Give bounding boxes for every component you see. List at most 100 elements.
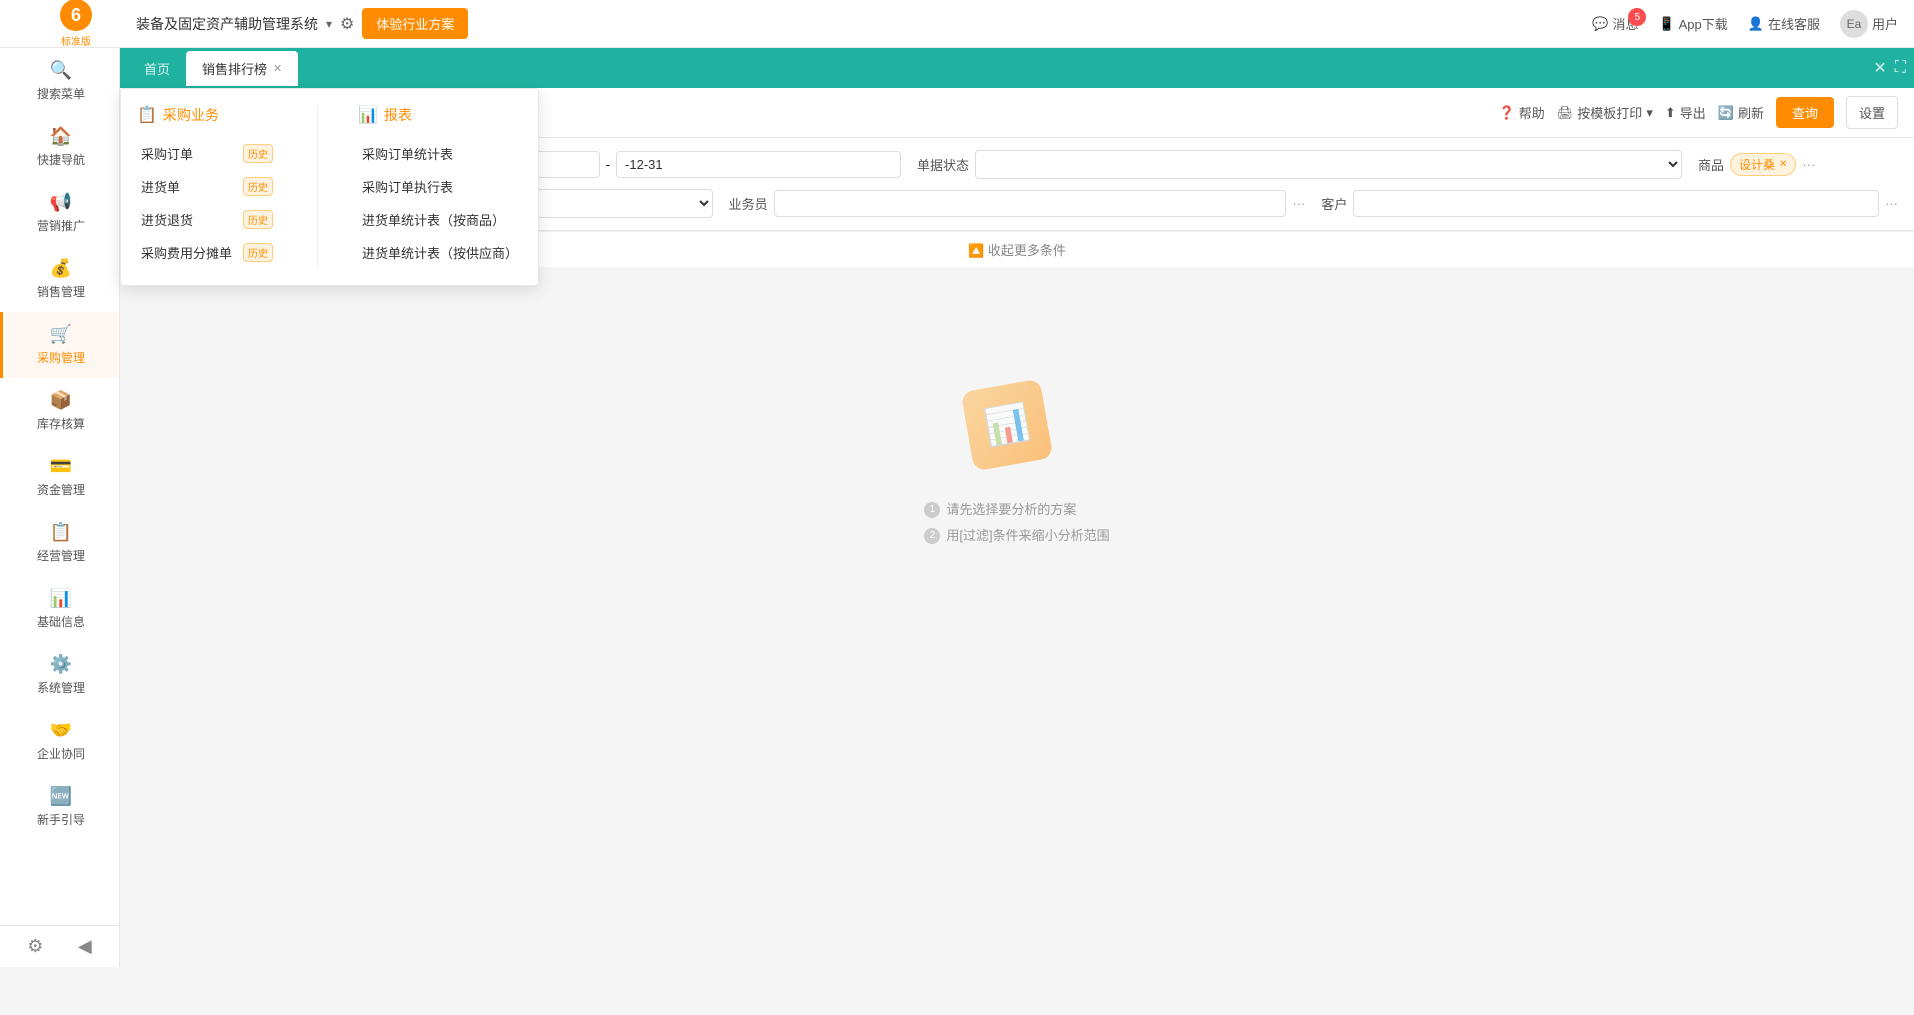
sidebar-item-sales[interactable]: 💰 销售管理 — [0, 246, 119, 312]
system-dropdown-icon[interactable]: ▾ — [326, 17, 332, 31]
help-btn[interactable]: ❓ 帮助 — [1499, 103, 1545, 122]
order-status-select[interactable] — [975, 150, 1682, 179]
messages-btn[interactable]: 💬 消息 5 — [1592, 14, 1638, 33]
empty-tip-2-text: 用[过滤]条件来缩小分析范围 — [946, 523, 1109, 549]
logo-label: 标准版 — [61, 33, 91, 48]
sidebar-bottom: ⚙ ◀ — [0, 925, 119, 967]
menu-item-stock-in[interactable]: 进货单 历史 — [137, 170, 277, 203]
help-icon: ❓ — [1499, 105, 1515, 121]
purchase-cost-label: 采购费用分摊单 — [141, 243, 232, 262]
app-icon: 📱 — [1658, 16, 1674, 32]
tab-sales-rank-label: 销售排行榜 — [202, 59, 267, 78]
goods-tag: 设计桑 ✕ — [1730, 153, 1796, 176]
purchase-section-label: 采购业务 — [163, 105, 219, 125]
print-label: 按模板打印 — [1577, 103, 1642, 122]
tab-close-icon[interactable]: ✕ — [273, 62, 282, 75]
stock-in-badge: 历史 — [243, 177, 273, 196]
menu-item-stock-return[interactable]: 进货退货 历史 — [137, 203, 277, 236]
ops-icon: 📋 — [50, 522, 72, 543]
collapse-label: 收起更多条件 — [988, 243, 1066, 258]
menu-item-purchase-order[interactable]: 采购订单 历史 — [137, 137, 277, 170]
tab-sales-rank[interactable]: 销售排行榜 ✕ — [186, 51, 298, 86]
sidebar-item-quick[interactable]: 🏠 快捷导航 — [0, 114, 119, 180]
bottom-collapse-icon[interactable]: ◀ — [78, 936, 92, 957]
print-dropdown-icon: ▾ — [1646, 105, 1653, 121]
logo-icon: 6 — [60, 0, 92, 31]
sidebar-label-search: 搜索菜单 — [37, 85, 85, 102]
system-name: 装备及固定资产辅助管理系统 — [136, 14, 318, 34]
sales-icon: 💰 — [50, 258, 72, 279]
topbar-middle: 装备及固定资产辅助管理系统 ▾ ⚙ 体验行业方案 — [136, 8, 1592, 39]
bottom-settings-icon[interactable]: ⚙ — [27, 936, 43, 957]
menu-item-purchase-cost[interactable]: 采购费用分摊单 历史 — [137, 236, 277, 269]
system-icon: ⚙️ — [50, 654, 72, 675]
sidebar-item-ops[interactable]: 📋 经营管理 — [0, 510, 119, 576]
guide-icon: 🆕 — [50, 786, 72, 807]
menu-item-po-stats[interactable]: 采购订单统计表 — [358, 137, 522, 170]
sidebar-item-finance[interactable]: 💳 资金管理 — [0, 444, 119, 510]
menu-item-stock-stats-supplier[interactable]: 进货单统计表（按供应商） — [358, 236, 522, 269]
sidebar-label-guide: 新手引导 — [37, 811, 85, 828]
customer-input[interactable] — [1353, 190, 1879, 217]
sidebar-item-inventory[interactable]: 📦 库存核算 — [0, 378, 119, 444]
stock-return-label: 进货退货 — [141, 210, 193, 229]
topbar-right: 💬 消息 5 📱 App下载 👤 在线客服 Ea 用户 — [1592, 10, 1898, 38]
sidebar-item-search[interactable]: 🔍 搜索菜单 — [0, 48, 119, 114]
tab-expand-icon[interactable]: ⛶ — [1895, 59, 1906, 77]
menu-section-purchase-title: 📋 采购业务 — [137, 105, 277, 125]
sidebar-label-ops: 经营管理 — [37, 547, 85, 564]
user-btn[interactable]: Ea 用户 — [1840, 10, 1898, 38]
empty-icon: 📊 — [967, 385, 1067, 485]
salesman-input[interactable] — [774, 190, 1287, 217]
menu-item-stock-stats-goods[interactable]: 进货单统计表（按商品） — [358, 203, 522, 236]
tip-num-2: 2 — [924, 528, 940, 544]
menu-section-report: 📊 报表 采购订单统计表 采购订单执行表 进货单统计表（按商品） 进货单统计表（… — [358, 105, 522, 269]
po-exec-label: 采购订单执行表 — [362, 177, 453, 196]
empty-tips: 1 请先选择要分析的方案 2 用[过滤]条件来缩小分析范围 — [924, 497, 1109, 549]
base-icon: 📊 — [50, 588, 72, 609]
query-btn[interactable]: 查询 — [1776, 97, 1834, 128]
menu-divider — [317, 105, 318, 269]
report-section-icon: 📊 — [358, 105, 378, 125]
stock-in-label: 进货单 — [141, 177, 180, 196]
sidebar-label-sales: 销售管理 — [37, 283, 85, 300]
menu-item-po-exec[interactable]: 采购订单执行表 — [358, 170, 522, 203]
tab-bar: 首页 销售排行榜 ✕ ✕ ⛶ — [120, 48, 1914, 88]
topbar: 6 标准版 装备及固定资产辅助管理系统 ▾ ⚙ 体验行业方案 💬 消息 5 📱 … — [0, 0, 1914, 48]
avatar: Ea — [1840, 10, 1868, 38]
sidebar-item-purchase[interactable]: 🛒 采购管理 — [0, 312, 119, 378]
sidebar-item-base[interactable]: 📊 基础信息 — [0, 576, 119, 642]
export-btn[interactable]: ⬆ 导出 — [1665, 103, 1706, 122]
print-btn[interactable]: 🖨 按模板打印 ▾ — [1557, 103, 1653, 122]
message-icon: 💬 — [1592, 16, 1608, 32]
filter-goods: 商品 设计桑 ✕ ··· — [1698, 153, 1898, 176]
refresh-btn[interactable]: 🔄 刷新 — [1718, 103, 1764, 122]
menu-section-purchase: 📋 采购业务 采购订单 历史 进货单 历史 进货退货 历史 采购费用分摊单 历史 — [137, 105, 277, 269]
help-label: 帮助 — [1519, 103, 1545, 122]
goods-more-icon: ··· — [1802, 157, 1815, 172]
sidebar-item-corp[interactable]: 🤝 企业协同 — [0, 708, 119, 774]
sidebar-item-marketing[interactable]: 📢 营销推广 — [0, 180, 119, 246]
goods-tag-close[interactable]: ✕ — [1779, 159, 1787, 170]
sidebar-item-system[interactable]: ⚙️ 系统管理 — [0, 642, 119, 708]
service-btn[interactable]: 👤 在线客服 — [1748, 14, 1820, 33]
po-stats-label: 采购订单统计表 — [362, 144, 453, 163]
tab-close-window-icon[interactable]: ✕ — [1873, 58, 1886, 78]
report-section-label: 报表 — [384, 105, 412, 125]
service-icon: 👤 — [1748, 16, 1764, 32]
date-end-input[interactable] — [616, 151, 901, 178]
sidebar-item-guide[interactable]: 🆕 新手引导 — [0, 774, 119, 840]
search-icon: 🔍 — [50, 60, 72, 81]
customer-more-icon: ··· — [1885, 196, 1898, 211]
app-download-btn[interactable]: 📱 App下载 — [1658, 14, 1727, 33]
settings-config-btn[interactable]: 设置 — [1846, 96, 1898, 129]
settings-icon[interactable]: ⚙ — [340, 14, 354, 34]
filter-order-status: 单据状态 — [917, 150, 1682, 179]
purchase-cost-badge: 历史 — [243, 243, 273, 262]
home-icon: 🏠 — [50, 126, 72, 147]
export-label: 导出 — [1680, 103, 1706, 122]
industry-btn[interactable]: 体验行业方案 — [362, 8, 468, 39]
tab-home[interactable]: 首页 — [128, 51, 186, 86]
tab-home-label: 首页 — [144, 62, 170, 77]
order-status-label: 单据状态 — [917, 155, 969, 174]
